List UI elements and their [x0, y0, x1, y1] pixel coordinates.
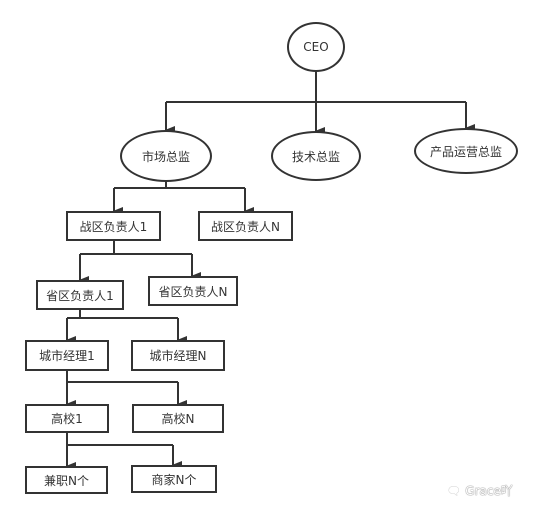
node-province-1[interactable]: 省区负责人1	[36, 280, 124, 310]
node-merchant[interactable]: 商家N个	[131, 465, 217, 493]
node-city-n-label: 城市经理N	[149, 349, 207, 363]
node-part-time[interactable]: 兼职N个	[25, 466, 108, 494]
node-ceo[interactable]: CEO	[287, 22, 345, 72]
node-school-1-label: 高校1	[51, 412, 83, 426]
node-product-director[interactable]: 产品运营总监	[414, 128, 518, 174]
node-market-director-label: 市场总监	[141, 149, 190, 164]
node-province-n-label: 省区负责人N	[158, 284, 228, 299]
node-city-n[interactable]: 城市经理N	[131, 340, 225, 371]
node-product-director-label: 产品运营总监	[429, 144, 502, 159]
wechat-icon: 🗨	[446, 483, 462, 498]
node-part-time-label: 兼职N个	[44, 473, 89, 488]
node-market-director[interactable]: 市场总监	[120, 130, 212, 182]
node-tech-director-label: 技术总监	[291, 149, 340, 164]
node-province-n[interactable]: 省区负责人N	[148, 276, 238, 306]
node-city-1[interactable]: 城市经理1	[25, 340, 109, 371]
node-city-1-label: 城市经理1	[39, 349, 95, 363]
watermark: 🗨 Grace吖	[446, 482, 513, 499]
node-school-n-label: 高校N	[161, 412, 195, 426]
node-school-n[interactable]: 高校N	[132, 404, 224, 433]
watermark-text: Grace吖	[465, 484, 513, 498]
node-war-zone-1-label: 战区负责人1	[79, 219, 148, 234]
node-tech-director[interactable]: 技术总监	[271, 131, 361, 181]
node-merchant-label: 商家N个	[151, 472, 197, 487]
node-war-zone-1[interactable]: 战区负责人1	[66, 211, 161, 241]
node-ceo-label: CEO	[303, 40, 329, 54]
node-school-1[interactable]: 高校1	[25, 404, 109, 433]
node-province-1-label: 省区负责人1	[46, 288, 114, 303]
node-war-zone-n[interactable]: 战区负责人N	[198, 211, 293, 241]
node-war-zone-n-label: 战区负责人N	[211, 219, 280, 234]
connector-lines	[66, 70, 475, 470]
